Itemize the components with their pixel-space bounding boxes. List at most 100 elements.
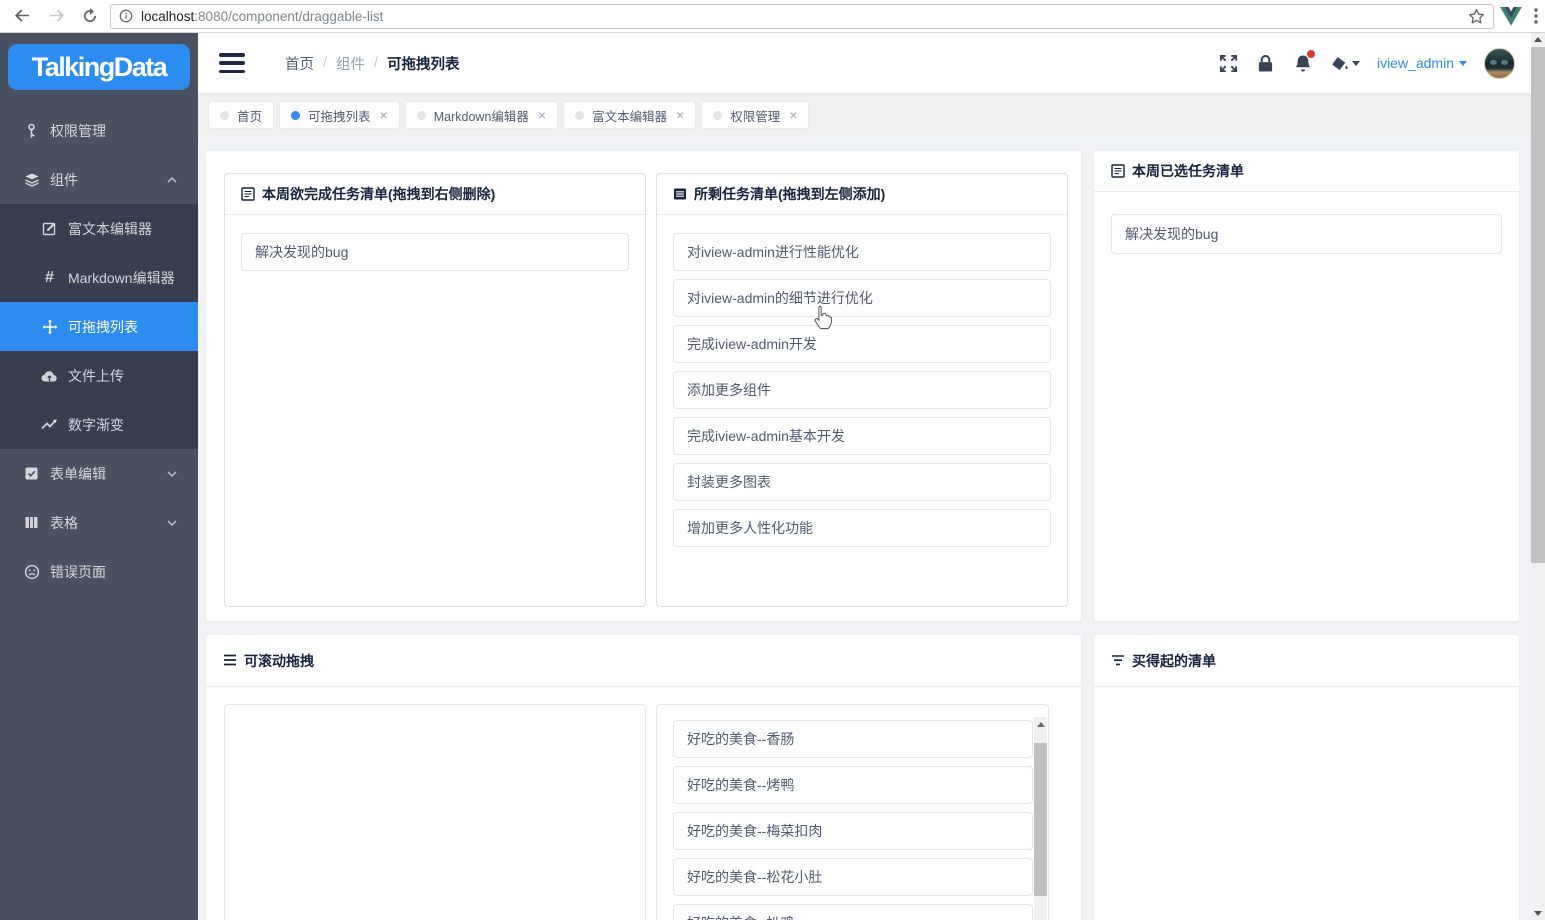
key-icon xyxy=(23,122,40,139)
remaining-drop-zone[interactable]: 对iview-admin进行性能优化 对iview-admin的细节进行优化 完… xyxy=(657,215,1067,573)
drag-item[interactable]: 好吃的美食--香肠 xyxy=(673,720,1033,758)
todo-drop-zone[interactable]: 解决发现的bug xyxy=(225,215,645,297)
tag-close-icon[interactable]: × xyxy=(538,108,546,122)
sidebar-collapse-button[interactable] xyxy=(219,53,245,73)
sidebar-item-error-page[interactable]: 错误页面 xyxy=(0,547,198,596)
scrollable-drag-card: 可滚动拖拽 好吃的美食--香肠 好吃的美食--烤鸭 好吃的美食--梅菜扣肉 好吃… xyxy=(205,634,1082,920)
page-info-icon[interactable] xyxy=(119,9,133,23)
bookmark-star-icon[interactable] xyxy=(1468,8,1485,25)
drag-item[interactable]: 解决发现的bug xyxy=(241,233,629,271)
affordable-card-header: 买得起的清单 xyxy=(1094,635,1519,687)
browser-toolbar: localhost:8080/component/draggable-list xyxy=(0,0,1545,33)
markdown-hash-icon: # xyxy=(45,268,54,286)
drag-item[interactable]: 解决发现的bug xyxy=(1111,214,1502,254)
tag-dot-icon xyxy=(220,110,229,120)
sidebar-item-components[interactable]: 组件 xyxy=(0,155,198,204)
breadcrumb-home[interactable]: 首页 xyxy=(285,53,314,74)
drag-item[interactable]: 封装更多图表 xyxy=(673,463,1051,501)
tag-richtext-editor[interactable]: 富文本编辑器 × xyxy=(563,101,697,129)
tag-permission[interactable]: 权限管理 × xyxy=(701,101,810,129)
sidebar-item-label: 权限管理 xyxy=(50,122,106,139)
tag-label: 富文本编辑器 xyxy=(592,109,668,124)
affordable-list-card: 买得起的清单 xyxy=(1093,634,1520,920)
browser-back-button[interactable] xyxy=(10,4,34,28)
breadcrumb-separator: / xyxy=(374,55,379,71)
drag-item[interactable]: 添加更多组件 xyxy=(673,371,1051,409)
filter-lines-icon xyxy=(1111,654,1125,668)
affordable-drop-zone[interactable] xyxy=(1094,687,1519,917)
drag-item[interactable]: 完成iview-admin开发 xyxy=(673,325,1051,363)
selected-list[interactable]: 解决发现的bug xyxy=(1094,192,1519,284)
sidebar-item-table[interactable]: 表格 xyxy=(0,498,198,547)
tag-home[interactable]: 首页 xyxy=(208,101,275,129)
sidebar-item-form-editor[interactable]: 表单编辑 xyxy=(0,449,198,498)
scroll-drop-zone-right[interactable]: 好吃的美食--香肠 好吃的美食--烤鸭 好吃的美食--梅菜扣肉 好吃的美食--松… xyxy=(656,704,1049,920)
drag-item[interactable]: 完成iview-admin基本开发 xyxy=(673,417,1051,455)
notification-badge xyxy=(1306,50,1315,58)
fullscreen-icon[interactable] xyxy=(1219,53,1239,73)
cloud-upload-icon xyxy=(41,367,58,384)
sidebar-item-file-upload[interactable]: 文件上传 xyxy=(0,351,198,400)
sidebar-item-label: 表格 xyxy=(50,514,78,531)
sidebar-item-permission[interactable]: 权限管理 xyxy=(0,106,198,155)
main-content: 本周欲完成任务清单(拖拽到右侧删除) 解决发现的bug 所剩任务清单(拖拽到左侧… xyxy=(198,137,1531,920)
breadcrumb-current: 可拖拽列表 xyxy=(387,56,460,73)
components-submenu: 富文本编辑器 # Markdown编辑器 可拖拽列表 文件上传 数字渐变 xyxy=(0,204,198,449)
drag-item[interactable]: 好吃的美食--烤鸭 xyxy=(673,766,1033,804)
scroll-drop-zone-left[interactable] xyxy=(224,704,646,920)
sidebar-item-count-to[interactable]: 数字渐变 xyxy=(0,400,198,449)
sidebar-menu: 权限管理 组件 富文本编辑器 # Markdown编辑器 可拖拽列表 文件上传 … xyxy=(0,106,198,596)
theme-switch-icon[interactable] xyxy=(1330,53,1360,73)
todo-card-title: 本周欲完成任务清单(拖拽到右侧删除) xyxy=(262,186,496,202)
tag-close-icon[interactable]: × xyxy=(676,108,684,122)
caret-down-icon xyxy=(1459,60,1467,66)
tag-label: 可拖拽列表 xyxy=(308,109,371,124)
tag-dot-icon xyxy=(713,110,723,120)
vue-devtools-icon[interactable] xyxy=(1500,6,1522,26)
selected-card-title: 本周已选任务清单 xyxy=(1132,163,1244,179)
move-arrows-icon xyxy=(41,318,58,335)
tag-close-icon[interactable]: × xyxy=(380,108,388,122)
scroll-up-icon[interactable] xyxy=(1531,33,1545,46)
table-icon xyxy=(23,514,40,531)
breadcrumb-components[interactable]: 组件 xyxy=(336,53,365,74)
url-text: localhost:8080/component/draggable-list xyxy=(141,9,1468,24)
affordable-card-title: 买得起的清单 xyxy=(1132,652,1216,669)
user-menu[interactable]: iview_admin xyxy=(1377,55,1467,71)
drag-item[interactable]: 好吃的美食--松花小肚 xyxy=(673,858,1033,896)
scroll-up-icon[interactable] xyxy=(1034,717,1047,731)
caret-down-icon xyxy=(1351,60,1360,66)
edit-square-icon xyxy=(41,220,58,237)
avatar[interactable] xyxy=(1484,47,1515,79)
list-scrollbar-thumb[interactable] xyxy=(1034,743,1047,896)
drag-item[interactable]: 好吃的美食--扒鸡 xyxy=(673,904,1033,920)
sad-face-icon xyxy=(23,563,40,580)
talkingdata-logo[interactable]: TalkingData xyxy=(8,44,190,90)
sidebar-item-richtext-editor[interactable]: 富文本编辑器 xyxy=(0,204,198,253)
sidebar-item-markdown-editor[interactable]: # Markdown编辑器 xyxy=(0,253,198,302)
drag-item[interactable]: 对iview-admin进行性能优化 xyxy=(673,233,1051,271)
list-scrollbar[interactable] xyxy=(1034,717,1047,920)
lock-icon[interactable] xyxy=(1256,53,1276,73)
drag-item[interactable]: 好吃的美食--梅菜扣肉 xyxy=(673,812,1033,850)
draggable-lists-panel: 本周欲完成任务清单(拖拽到右侧删除) 解决发现的bug 所剩任务清单(拖拽到左侧… xyxy=(205,150,1082,622)
selected-tasks-card: 本周已选任务清单 解决发现的bug xyxy=(1093,150,1520,622)
tag-dot-icon xyxy=(575,110,585,120)
tag-close-icon[interactable]: × xyxy=(789,108,797,122)
drag-item[interactable]: 对iview-admin的细节进行优化 xyxy=(673,279,1051,317)
sidebar-item-draggable-list[interactable]: 可拖拽列表 xyxy=(0,302,198,351)
page-scrollbar[interactable] xyxy=(1531,33,1545,920)
browser-address-bar[interactable]: localhost:8080/component/draggable-list xyxy=(110,3,1494,29)
scroll-down-icon[interactable] xyxy=(1531,907,1545,920)
browser-refresh-button[interactable] xyxy=(78,4,102,28)
drag-item[interactable]: 增加更多人性化功能 xyxy=(673,509,1051,547)
page-scrollbar-thumb[interactable] xyxy=(1531,47,1545,563)
browser-menu-icon[interactable] xyxy=(1534,8,1538,24)
menu-lines-icon xyxy=(223,654,237,668)
sidebar-item-label: 可拖拽列表 xyxy=(68,318,138,335)
tag-markdown-editor[interactable]: Markdown编辑器 × xyxy=(404,101,559,129)
tag-draggable-list[interactable]: 可拖拽列表 × xyxy=(279,101,400,129)
todo-card: 本周欲完成任务清单(拖拽到右侧删除) 解决发现的bug xyxy=(224,173,646,607)
notification-bell-icon[interactable] xyxy=(1293,50,1315,73)
sidebar-item-label: 表单编辑 xyxy=(50,465,106,482)
